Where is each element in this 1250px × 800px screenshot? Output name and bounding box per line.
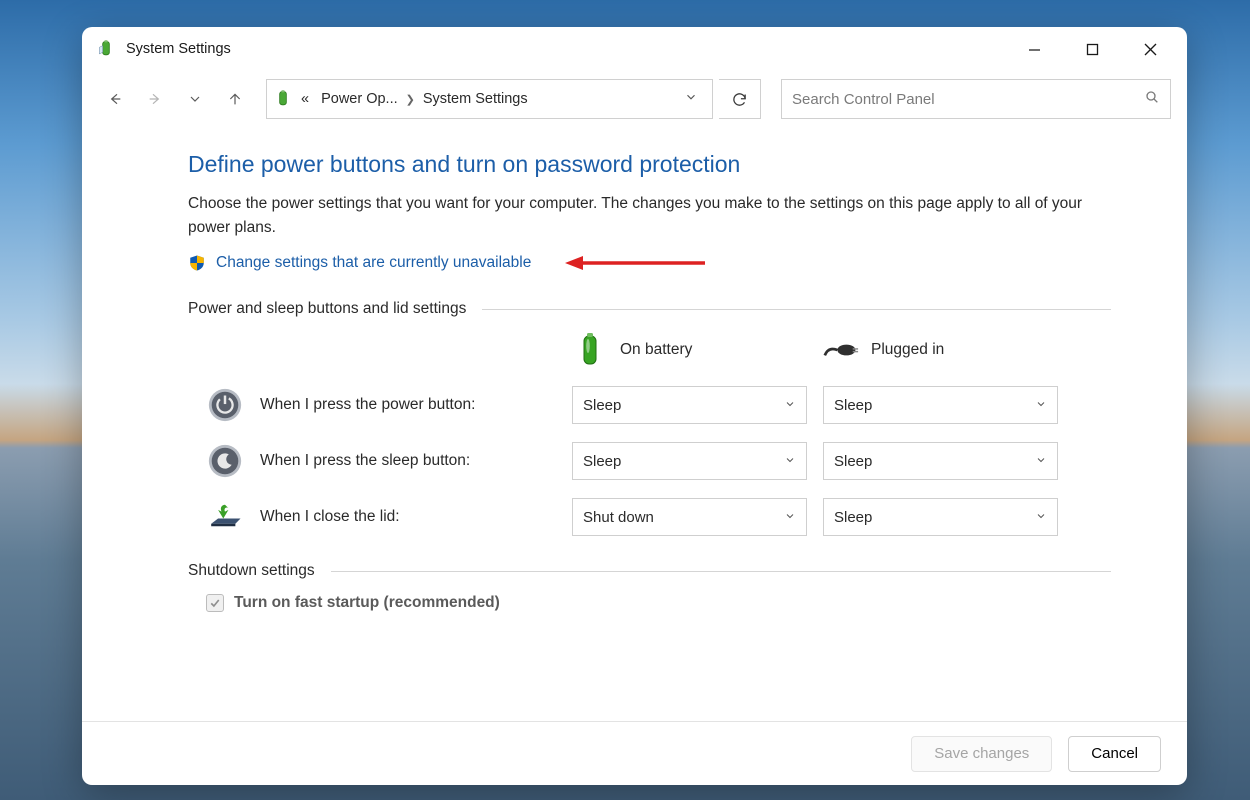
address-icon bbox=[273, 89, 293, 109]
dropdown-value: Sleep bbox=[583, 397, 621, 414]
search-box[interactable] bbox=[781, 79, 1171, 119]
recent-locations-button[interactable] bbox=[178, 82, 212, 116]
address-dropdown-button[interactable] bbox=[684, 90, 706, 108]
chevron-down-icon bbox=[1035, 453, 1047, 470]
close-button[interactable] bbox=[1135, 34, 1165, 64]
row-sleep-button: When I press the sleep button: bbox=[206, 442, 556, 480]
address-bar[interactable]: « Power Op... ❯ System Settings bbox=[266, 79, 713, 119]
power-button-icon bbox=[206, 386, 244, 424]
chevron-down-icon bbox=[784, 453, 796, 470]
chevron-right-icon: ❯ bbox=[406, 93, 415, 106]
cancel-button[interactable]: Cancel bbox=[1068, 736, 1161, 772]
chevron-down-icon bbox=[1035, 397, 1047, 414]
breadcrumb-item-0[interactable]: Power Op... bbox=[317, 89, 402, 109]
divider bbox=[331, 571, 1111, 572]
sleep-button-on-battery-dropdown[interactable]: Sleep bbox=[572, 442, 807, 480]
page-description: Choose the power settings that you want … bbox=[188, 192, 1111, 240]
power-sleep-section-header: Power and sleep buttons and lid settings bbox=[188, 300, 1111, 318]
plug-icon bbox=[823, 332, 859, 368]
close-lid-on-battery-dropdown[interactable]: Shut down bbox=[572, 498, 807, 536]
breadcrumb-item-1[interactable]: System Settings bbox=[419, 89, 532, 109]
dropdown-value: Shut down bbox=[583, 509, 654, 526]
power-button-on-battery-dropdown[interactable]: Sleep bbox=[572, 386, 807, 424]
row-power-button-label: When I press the power button: bbox=[260, 396, 475, 414]
chevron-down-icon bbox=[784, 509, 796, 526]
chevron-down-icon bbox=[1035, 509, 1047, 526]
dropdown-value: Sleep bbox=[834, 453, 872, 470]
search-input[interactable] bbox=[792, 91, 1144, 108]
column-plugged-in-label: Plugged in bbox=[871, 341, 944, 359]
battery-icon bbox=[572, 332, 608, 368]
navbar: « Power Op... ❯ System Settings bbox=[82, 71, 1187, 127]
titlebar: System Settings bbox=[82, 27, 1187, 71]
page-heading: Define power buttons and turn on passwor… bbox=[188, 151, 1111, 178]
change-settings-link[interactable]: Change settings that are currently unava… bbox=[216, 254, 531, 272]
power-button-plugged-in-dropdown[interactable]: Sleep bbox=[823, 386, 1058, 424]
window-title: System Settings bbox=[126, 41, 231, 57]
content-scroll[interactable]: Define power buttons and turn on passwor… bbox=[82, 127, 1171, 721]
app-icon bbox=[96, 39, 116, 59]
forward-button[interactable] bbox=[138, 82, 172, 116]
save-changes-button[interactable]: Save changes bbox=[911, 736, 1052, 772]
fast-startup-label: Turn on fast startup (recommended) bbox=[234, 594, 500, 612]
breadcrumb-prefix[interactable]: « bbox=[297, 89, 313, 109]
dropdown-value: Sleep bbox=[583, 453, 621, 470]
shutdown-section-header: Shutdown settings bbox=[188, 562, 1111, 580]
minimize-button[interactable] bbox=[1019, 34, 1049, 64]
close-lid-plugged-in-dropdown[interactable]: Sleep bbox=[823, 498, 1058, 536]
maximize-button[interactable] bbox=[1077, 34, 1107, 64]
dropdown-value: Sleep bbox=[834, 509, 872, 526]
fast-startup-checkbox[interactable] bbox=[206, 594, 224, 612]
dropdown-value: Sleep bbox=[834, 397, 872, 414]
shutdown-section-title: Shutdown settings bbox=[188, 562, 315, 580]
row-power-button: When I press the power button: bbox=[206, 386, 556, 424]
search-icon[interactable] bbox=[1144, 89, 1160, 110]
back-button[interactable] bbox=[98, 82, 132, 116]
window-controls bbox=[1019, 34, 1179, 64]
window: System Settings « Power Op... ❯ System S… bbox=[82, 27, 1187, 785]
uac-shield-icon bbox=[188, 254, 206, 272]
row-sleep-button-label: When I press the sleep button: bbox=[260, 452, 470, 470]
sleep-button-icon bbox=[206, 442, 244, 480]
column-on-battery: On battery bbox=[572, 332, 807, 368]
column-on-battery-label: On battery bbox=[620, 341, 692, 359]
footer: Save changes Cancel bbox=[82, 721, 1187, 785]
power-sleep-grid: On battery Plugged in When I press the p… bbox=[188, 332, 1111, 536]
sleep-button-plugged-in-dropdown[interactable]: Sleep bbox=[823, 442, 1058, 480]
up-button[interactable] bbox=[218, 82, 252, 116]
close-lid-icon bbox=[206, 498, 244, 536]
refresh-button[interactable] bbox=[719, 79, 761, 119]
power-sleep-section-title: Power and sleep buttons and lid settings bbox=[188, 300, 466, 318]
row-close-lid-label: When I close the lid: bbox=[260, 508, 400, 526]
chevron-down-icon bbox=[784, 397, 796, 414]
content-area: Define power buttons and turn on passwor… bbox=[82, 127, 1187, 721]
divider bbox=[482, 309, 1111, 310]
column-plugged-in: Plugged in bbox=[823, 332, 1058, 368]
row-close-lid: When I close the lid: bbox=[206, 498, 556, 536]
change-settings-row: Change settings that are currently unava… bbox=[188, 254, 1111, 272]
fast-startup-row: Turn on fast startup (recommended) bbox=[188, 594, 1111, 612]
annotation-arrow-icon bbox=[565, 254, 705, 272]
